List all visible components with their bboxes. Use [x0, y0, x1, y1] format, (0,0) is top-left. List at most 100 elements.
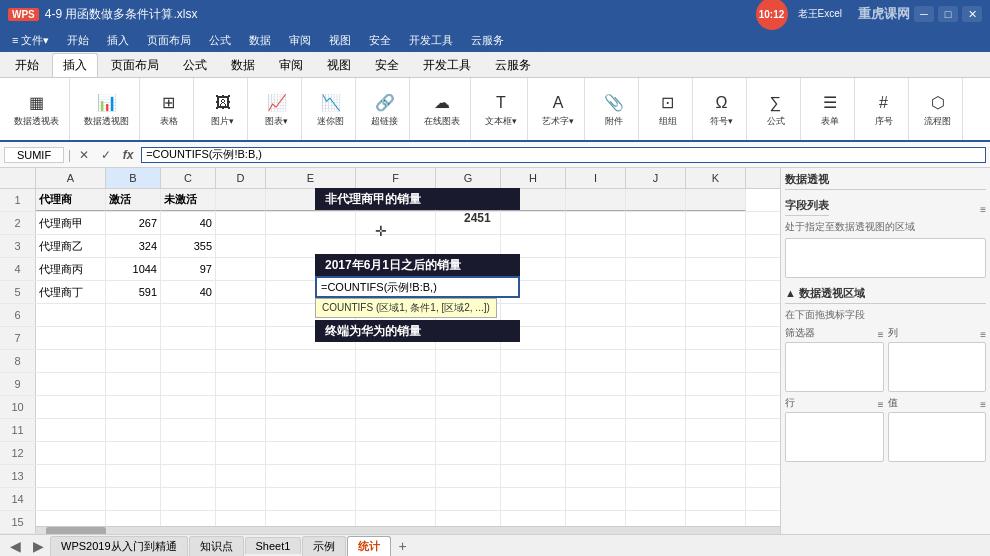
- ribbon-btn-表格[interactable]: ⊞ 表格: [151, 89, 187, 130]
- cell-j2[interactable]: [626, 212, 686, 234]
- cell-d4[interactable]: [216, 258, 266, 280]
- cell-a5[interactable]: 代理商丁: [36, 281, 106, 303]
- cell-d1[interactable]: [216, 189, 266, 211]
- ribbon-btn-流程图[interactable]: ⬡ 流程图: [920, 89, 956, 130]
- ribbon-btn-组组[interactable]: ⊡ 组组: [650, 89, 686, 130]
- sheet-tab-知识点[interactable]: 知识点: [189, 536, 244, 556]
- cell-a6[interactable]: [36, 304, 106, 326]
- cell-b2[interactable]: 267: [106, 212, 161, 234]
- cell-d2[interactable]: [216, 212, 266, 234]
- ribbon-tab-视图[interactable]: 视图: [316, 53, 362, 77]
- confirm-formula-icon[interactable]: ✓: [97, 146, 115, 164]
- cell-d5[interactable]: [216, 281, 266, 303]
- ribbon-btn-在线图表[interactable]: ☁ 在线图表: [420, 89, 464, 130]
- value-icon[interactable]: ≡: [980, 399, 986, 410]
- ribbon-btn-迷你图[interactable]: 📉 迷你图: [313, 89, 349, 130]
- cell-ref-input[interactable]: SUMIF: [4, 147, 64, 163]
- col-header-j[interactable]: J: [626, 168, 686, 188]
- ribbon-btn-文本框▾[interactable]: T 文本框▾: [481, 89, 521, 130]
- cell-a4[interactable]: 代理商丙: [36, 258, 106, 280]
- filter-icon[interactable]: ≡: [878, 329, 884, 340]
- sheet-tab-示例[interactable]: 示例: [302, 536, 346, 556]
- cell-h2[interactable]: [501, 212, 566, 234]
- ribbon-btn-附件[interactable]: 📎 附件: [596, 89, 632, 130]
- insert-function-icon[interactable]: fx: [119, 146, 137, 164]
- cancel-formula-icon[interactable]: ✕: [75, 146, 93, 164]
- sheet-tab-统计[interactable]: 统计: [347, 536, 391, 556]
- add-sheet-plus-button[interactable]: +: [392, 536, 412, 556]
- cell-b1[interactable]: 激活: [106, 189, 161, 211]
- sheet-tab-Sheet1[interactable]: Sheet1: [245, 537, 302, 554]
- col-header-e[interactable]: E: [266, 168, 356, 188]
- col-header-c[interactable]: C: [161, 168, 216, 188]
- cell-j3[interactable]: [626, 235, 686, 257]
- cell-i3[interactable]: [566, 235, 626, 257]
- menu-item-插入[interactable]: 插入: [99, 31, 137, 50]
- menu-item-≡ 文件▾[interactable]: ≡ 文件▾: [4, 31, 57, 50]
- col-header-b[interactable]: B: [106, 168, 161, 188]
- cell-k1[interactable]: [686, 189, 746, 211]
- cell-i4[interactable]: [566, 258, 626, 280]
- cell-i2[interactable]: [566, 212, 626, 234]
- cell-c3[interactable]: 355: [161, 235, 216, 257]
- menu-item-安全[interactable]: 安全: [361, 31, 399, 50]
- col-header-a[interactable]: A: [36, 168, 106, 188]
- cell-j4[interactable]: [626, 258, 686, 280]
- cell-k2[interactable]: [686, 212, 746, 234]
- ribbon-btn-数据透视表[interactable]: ▦ 数据透视表: [10, 89, 63, 130]
- ribbon-btn-表单[interactable]: ☰ 表单: [812, 89, 848, 130]
- col-header-f[interactable]: F: [356, 168, 436, 188]
- cell-c5[interactable]: 40: [161, 281, 216, 303]
- cell-a3[interactable]: 代理商乙: [36, 235, 106, 257]
- menu-item-公式[interactable]: 公式: [201, 31, 239, 50]
- cell-c2[interactable]: 40: [161, 212, 216, 234]
- col-icon[interactable]: ≡: [980, 329, 986, 340]
- ribbon-tab-开发工具[interactable]: 开发工具: [412, 53, 482, 77]
- menu-item-开始[interactable]: 开始: [59, 31, 97, 50]
- cell-k3[interactable]: [686, 235, 746, 257]
- cell-b3[interactable]: 324: [106, 235, 161, 257]
- ribbon-btn-艺术字▾[interactable]: A 艺术字▾: [538, 89, 578, 130]
- horizontal-scrollbar[interactable]: [36, 526, 780, 534]
- col-header-d[interactable]: D: [216, 168, 266, 188]
- ribbon-btn-公式[interactable]: ∑ 公式: [758, 89, 794, 130]
- cell-d3[interactable]: [216, 235, 266, 257]
- menu-item-视图[interactable]: 视图: [321, 31, 359, 50]
- formula-input[interactable]: =COUNTIFS(示例!B:B,): [141, 147, 986, 163]
- cell-i5[interactable]: [566, 281, 626, 303]
- add-sheet-button[interactable]: ◀: [4, 536, 27, 556]
- col-header-k[interactable]: K: [686, 168, 746, 188]
- field-list-icon[interactable]: ≡: [980, 204, 986, 215]
- col-header-h[interactable]: H: [501, 168, 566, 188]
- cell-a1[interactable]: 代理商: [36, 189, 106, 211]
- menu-item-开发工具[interactable]: 开发工具: [401, 31, 461, 50]
- sheet-tab-WPS2019从入门到精通[interactable]: WPS2019从入门到精通: [50, 536, 188, 556]
- cell-b4[interactable]: 1044: [106, 258, 161, 280]
- col-header-g[interactable]: G: [436, 168, 501, 188]
- ribbon-btn-数据透视图[interactable]: 📊 数据透视图: [80, 89, 133, 130]
- cell-i1[interactable]: [566, 189, 626, 211]
- maximize-button[interactable]: □: [938, 6, 958, 22]
- col-header-i[interactable]: I: [566, 168, 626, 188]
- cell-f2[interactable]: [356, 212, 436, 234]
- close-button[interactable]: ✕: [962, 6, 982, 22]
- menu-item-页面布局[interactable]: 页面布局: [139, 31, 199, 50]
- ribbon-tab-公式[interactable]: 公式: [172, 53, 218, 77]
- cell-a2[interactable]: 代理商甲: [36, 212, 106, 234]
- ribbon-tab-云服务[interactable]: 云服务: [484, 53, 542, 77]
- ribbon-btn-图表▾[interactable]: 📈 图表▾: [259, 89, 295, 130]
- next-sheet-button[interactable]: ▶: [27, 536, 50, 556]
- menu-item-云服务[interactable]: 云服务: [463, 31, 512, 50]
- ribbon-tab-数据[interactable]: 数据: [220, 53, 266, 77]
- ribbon-btn-超链接[interactable]: 🔗 超链接: [367, 89, 403, 130]
- ribbon-btn-序号[interactable]: # 序号: [866, 89, 902, 130]
- cell-c4[interactable]: 97: [161, 258, 216, 280]
- ribbon-tab-插入[interactable]: 插入: [52, 53, 98, 77]
- menu-item-审阅[interactable]: 审阅: [281, 31, 319, 50]
- ribbon-btn-符号▾[interactable]: Ω 符号▾: [704, 89, 740, 130]
- cell-k5[interactable]: [686, 281, 746, 303]
- ribbon-tab-安全[interactable]: 安全: [364, 53, 410, 77]
- ribbon-btn-图片▾[interactable]: 🖼 图片▾: [205, 89, 241, 130]
- ribbon-tab-审阅[interactable]: 审阅: [268, 53, 314, 77]
- minimize-button[interactable]: ─: [914, 6, 934, 22]
